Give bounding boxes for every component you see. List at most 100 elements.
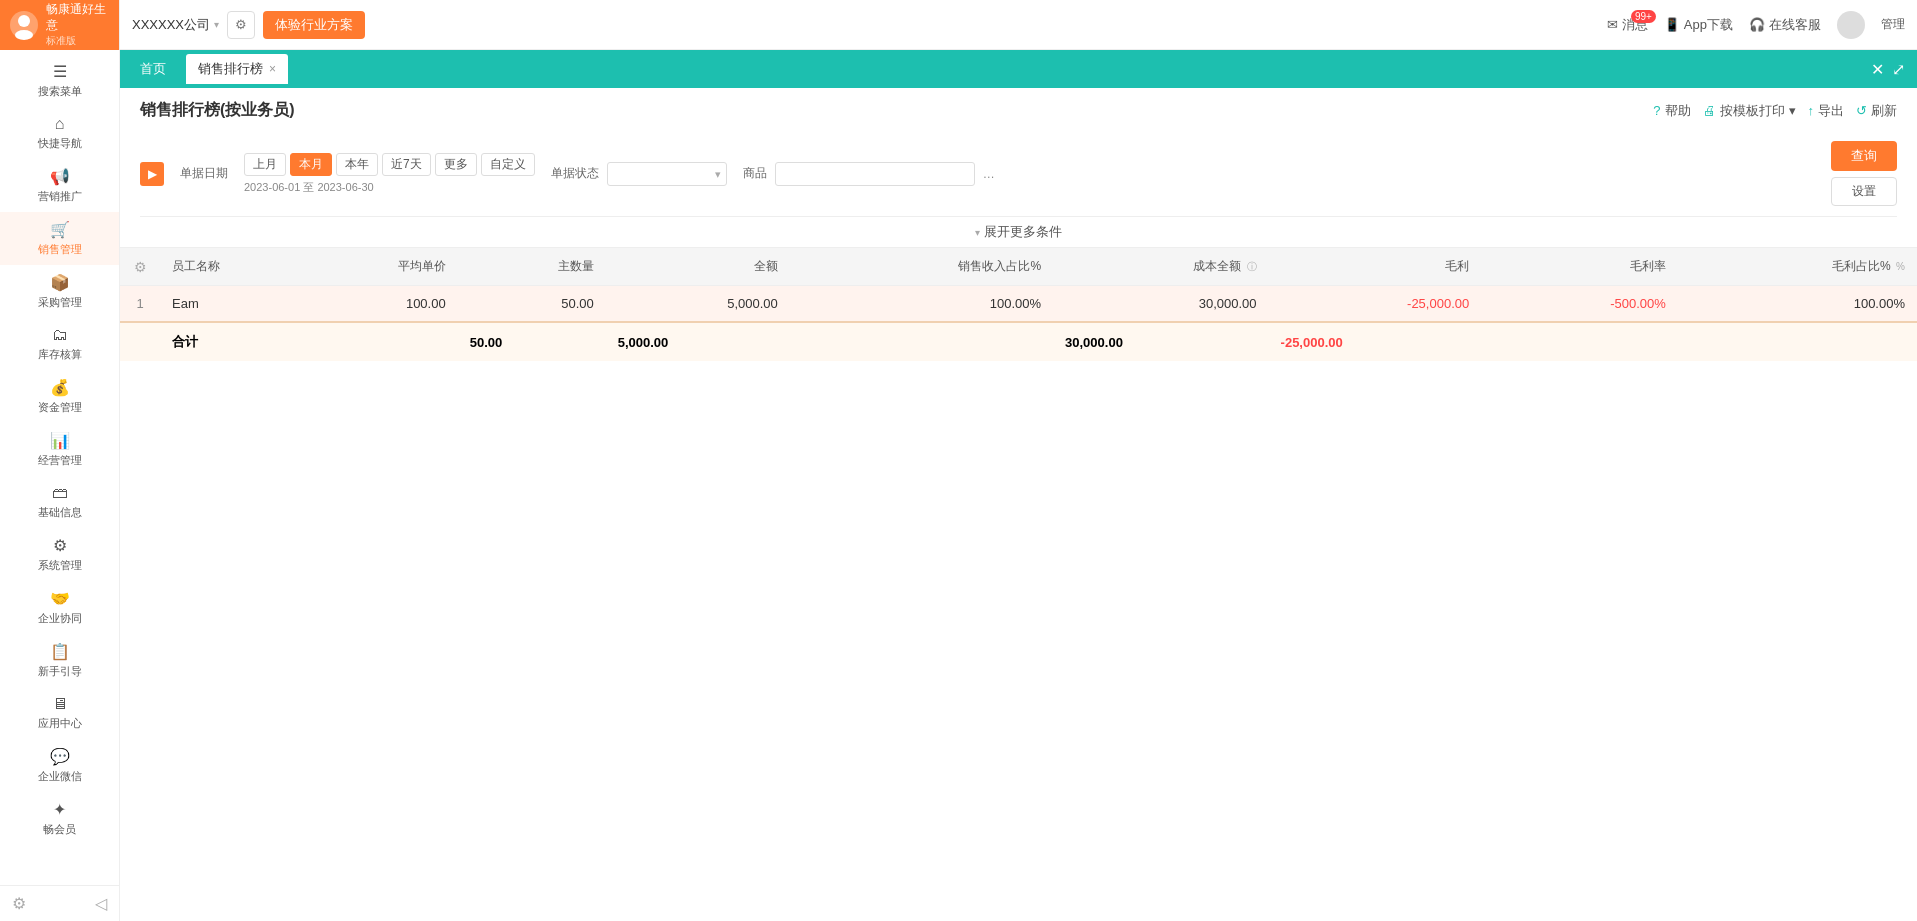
sidebar-item-finance[interactable]: 💰 资金管理	[0, 370, 119, 423]
help-label: 帮助	[1665, 102, 1691, 120]
tab-close-icon[interactable]: ×	[269, 62, 276, 76]
headset-icon: 🎧	[1749, 17, 1765, 32]
cell-cost: 30,000.00	[1053, 286, 1269, 323]
sidebar-icon-guide: 📋	[50, 642, 70, 661]
avatar-name: 管理	[1881, 16, 1905, 33]
content: 销售排行榜(按业务员) ? 帮助 🖨 按模板打印 ▾ ↑ 导出	[120, 88, 1917, 921]
topbar-settings-button[interactable]: ⚙	[227, 11, 255, 39]
sidebar-icon-basic: 🗃	[52, 484, 68, 502]
filter-toggle-button[interactable]: ▶	[140, 162, 164, 186]
sidebar-item-appstore[interactable]: 🖥 应用中心	[0, 687, 119, 739]
cell-name: Eam	[160, 286, 280, 323]
online-service-label: 在线客服	[1769, 16, 1821, 34]
sidebar-item-sales[interactable]: 🛒 销售管理	[0, 212, 119, 265]
date-custom-btn[interactable]: 自定义	[481, 153, 535, 176]
tab-sales-rank[interactable]: 销售排行榜 ×	[186, 54, 288, 84]
page-header: 销售排行榜(按业务员) ? 帮助 🖨 按模板打印 ▾ ↑ 导出	[120, 88, 1917, 248]
sidebar-label-appstore: 应用中心	[38, 716, 82, 731]
sidebar-settings-icon[interactable]: ⚙	[12, 894, 26, 913]
date-filter-label: 单据日期	[180, 165, 228, 182]
col-settings-icon[interactable]: ⚙	[134, 259, 147, 275]
sidebar-item-inventory[interactable]: 🗂 库存核算	[0, 318, 119, 370]
settings-button[interactable]: 设置	[1831, 177, 1897, 206]
message-badge: 99+	[1631, 10, 1656, 23]
sidebar-item-member[interactable]: ✦ 畅会员	[0, 792, 119, 845]
footer-qty: 50.00	[458, 322, 606, 361]
sidebar-item-guide[interactable]: 📋 新手引导	[0, 634, 119, 687]
sidebar-label-basic: 基础信息	[38, 505, 82, 520]
tab-close-window-icon[interactable]: ✕	[1871, 60, 1884, 79]
page-actions: ? 帮助 🖨 按模板打印 ▾ ↑ 导出 ↺ 刷新	[1653, 102, 1897, 120]
cell-qty: 50.00	[458, 286, 606, 323]
sidebar-item-enterprise[interactable]: 🤝 企业协同	[0, 581, 119, 634]
gross-pct-icon[interactable]: %	[1896, 261, 1905, 272]
svg-point-2	[15, 30, 33, 40]
table-body: 1 Eam 100.00 50.00 5,000.00 100.00% 30,0…	[120, 286, 1917, 323]
date-options: 上月 本月 本年 近7天 更多 自定义	[244, 153, 535, 176]
tabbar: 首页 销售排行榜 × ✕ ⤢	[120, 50, 1917, 88]
filter-row: ▶ 单据日期 上月 本月 本年 近7天 更多 自定义 2023-06-01 至 …	[140, 131, 1897, 216]
sidebar-item-purchase[interactable]: 📦 采购管理	[0, 265, 119, 318]
sidebar-item-marketing[interactable]: 📢 营销推广	[0, 159, 119, 212]
table-footer-row: 合计 50.00 5,000.00 30,000.00 -25,000.00	[120, 322, 1917, 361]
date-more-btn[interactable]: 更多	[435, 153, 477, 176]
sidebar-bottom: ⚙ ◁	[0, 885, 119, 921]
sidebar-icon-search: ☰	[53, 62, 67, 81]
sidebar-collapse-icon[interactable]: ◁	[95, 894, 107, 913]
cell-gross-pct: 100.00%	[1678, 286, 1917, 323]
print-icon: 🖨	[1703, 103, 1716, 118]
tab-home[interactable]: 首页	[124, 52, 182, 86]
expand-label: 展开更多条件	[984, 223, 1062, 241]
sidebar-item-shortcut[interactable]: ⌂ 快捷导航	[0, 107, 119, 159]
help-button[interactable]: ? 帮助	[1653, 102, 1690, 120]
sidebar-icon-marketing: 📢	[50, 167, 70, 186]
cost-info-icon[interactable]: ⓘ	[1247, 261, 1257, 272]
date-this-year-btn[interactable]: 本年	[336, 153, 378, 176]
trial-button[interactable]: 体验行业方案	[263, 11, 365, 39]
sidebar-icon-wechat: 💬	[50, 747, 70, 766]
refresh-button[interactable]: ↺ 刷新	[1856, 102, 1897, 120]
logo-icon	[8, 9, 40, 41]
messages-button[interactable]: ✉ 消息 99+	[1607, 16, 1648, 34]
export-icon: ↑	[1808, 103, 1815, 118]
date-range-display: 2023-06-01 至 2023-06-30	[244, 180, 535, 195]
company-name: XXXXXX公司	[132, 16, 210, 34]
export-button[interactable]: ↑ 导出	[1808, 102, 1845, 120]
tab-maximize-icon[interactable]: ⤢	[1892, 60, 1905, 79]
page-title-row: 销售排行榜(按业务员) ? 帮助 🖨 按模板打印 ▾ ↑ 导出	[140, 100, 1897, 131]
sidebar-icon-purchase: 📦	[50, 273, 70, 292]
tab-sales-rank-label: 销售排行榜	[198, 60, 263, 78]
sidebar: 畅康通好生意 标准版 ☰ 搜索菜单 ⌂ 快捷导航 📢 营销推广 🛒 销售管理 📦…	[0, 0, 120, 921]
app-download-button[interactable]: 📱 App下载	[1664, 16, 1733, 34]
topbar-right: ✉ 消息 99+ 📱 App下载 🎧 在线客服 管理	[1607, 11, 1905, 39]
query-button[interactable]: 查询	[1831, 141, 1897, 171]
sidebar-label-marketing: 营销推广	[38, 189, 82, 204]
print-label: 按模板打印	[1720, 102, 1785, 120]
print-button[interactable]: 🖨 按模板打印 ▾	[1703, 102, 1796, 120]
more-filters-icon[interactable]: …	[983, 167, 995, 181]
goods-input[interactable]	[775, 162, 975, 186]
topbar-gear-icon: ⚙	[235, 17, 247, 32]
date-last-month-btn[interactable]: 上月	[244, 153, 286, 176]
sidebar-icon-member: ✦	[53, 800, 66, 819]
sidebar-item-wechat[interactable]: 💬 企业微信	[0, 739, 119, 792]
refresh-icon: ↺	[1856, 103, 1867, 118]
sidebar-item-system[interactable]: ⚙ 系统管理	[0, 528, 119, 581]
sidebar-item-operations[interactable]: 📊 经营管理	[0, 423, 119, 476]
expand-conditions-button[interactable]: ▾ 展开更多条件	[140, 216, 1897, 247]
date-this-month-btn[interactable]: 本月	[290, 153, 332, 176]
footer-gross-pct	[1678, 322, 1917, 361]
online-service-button[interactable]: 🎧 在线客服	[1749, 16, 1821, 34]
company-selector[interactable]: XXXXXX公司 ▾	[132, 16, 219, 34]
col-name: 员工名称	[160, 248, 280, 286]
avatar[interactable]	[1837, 11, 1865, 39]
table-section: ⚙ 员工名称 平均单价 主数量 全额 销售收入占比% 成本全额 ⓘ	[120, 248, 1917, 921]
sidebar-icon-enterprise: 🤝	[50, 589, 70, 608]
sidebar-item-basic[interactable]: 🗃 基础信息	[0, 476, 119, 528]
footer-cost: 30,000.00	[1053, 322, 1269, 361]
sales-table: ⚙ 员工名称 平均单价 主数量 全额 销售收入占比% 成本全额 ⓘ	[120, 248, 1917, 361]
page-title: 销售排行榜(按业务员)	[140, 100, 295, 121]
status-select[interactable]	[607, 162, 727, 186]
sidebar-item-search[interactable]: ☰ 搜索菜单	[0, 54, 119, 107]
date-7days-btn[interactable]: 近7天	[382, 153, 431, 176]
